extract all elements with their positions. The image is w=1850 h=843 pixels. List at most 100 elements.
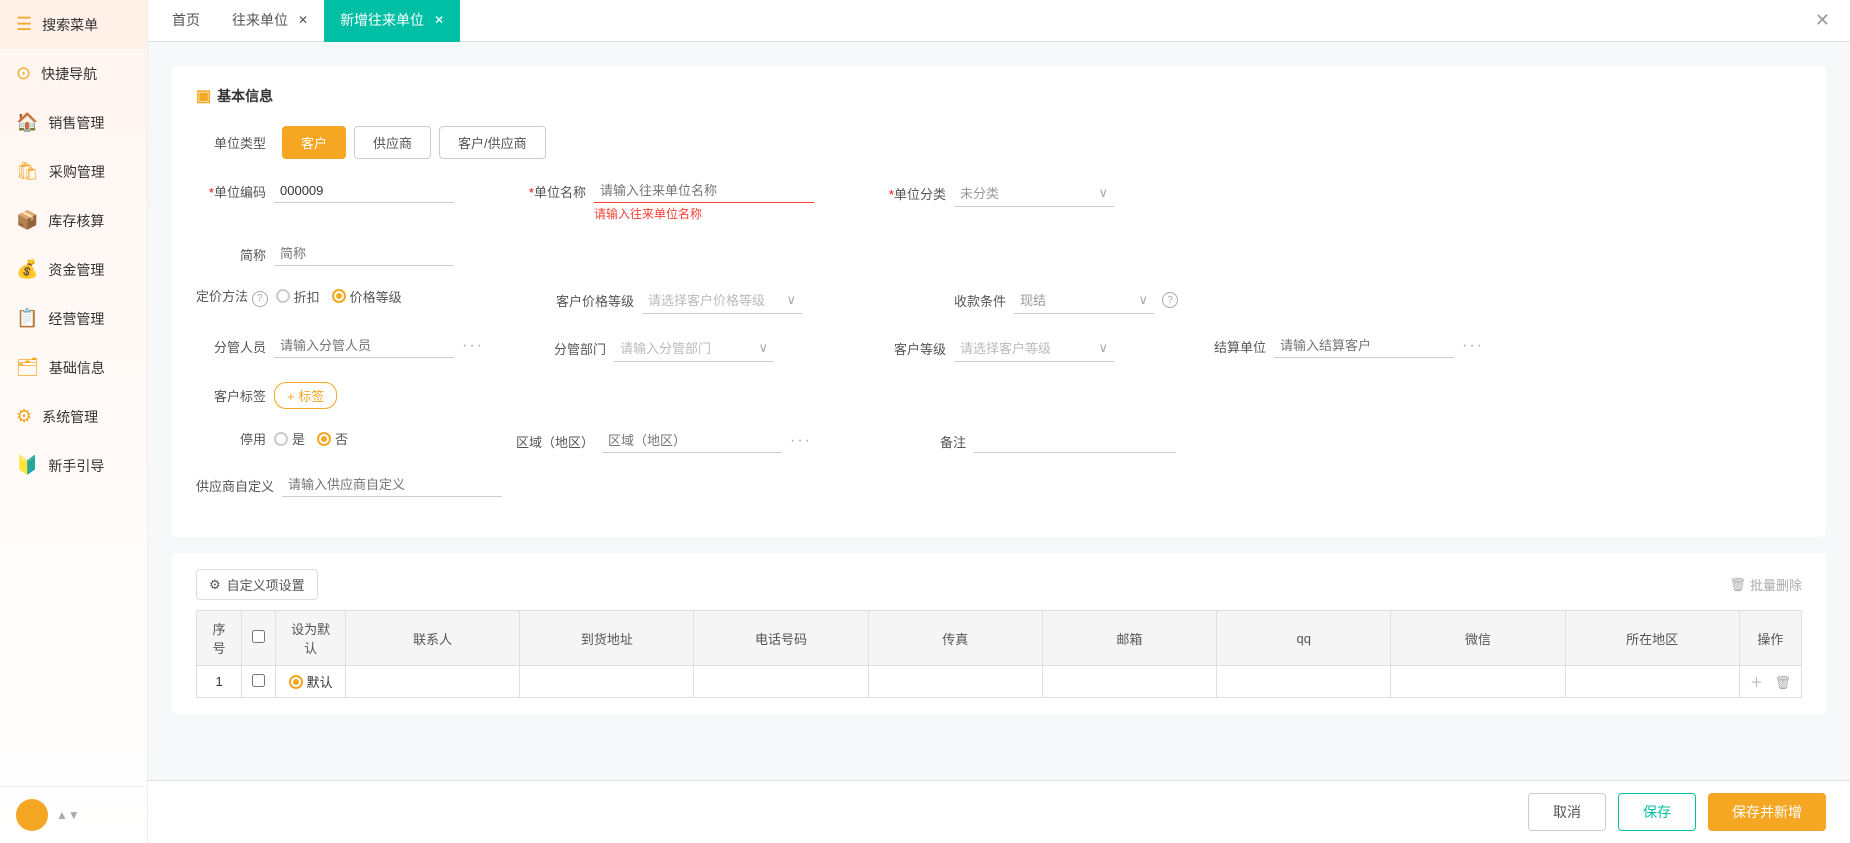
cell-email[interactable]: [1042, 666, 1216, 698]
default-radio[interactable]: [289, 675, 303, 689]
unit-category-select[interactable]: 未分类 ∨: [954, 179, 1114, 207]
sidebar-item-finance[interactable]: 💰 资金管理: [0, 245, 147, 294]
tag-add-button[interactable]: + 标签: [274, 382, 337, 409]
pricing-discount[interactable]: 折扣: [276, 287, 320, 306]
unit-btn-both[interactable]: 客户/供应商: [439, 126, 546, 159]
unit-name-input[interactable]: [594, 179, 814, 203]
code-name-category-row: *单位编码 *单位名称 请输入往来单位名称: [196, 179, 1802, 222]
abbreviation-input[interactable]: [274, 242, 454, 266]
sidebar-item-sales[interactable]: 🏠 销售管理: [0, 98, 147, 147]
user-label: ▲▼: [56, 808, 80, 822]
sidebar-item-newbie[interactable]: 🔰 新手引导: [0, 441, 147, 490]
address-input[interactable]: [530, 674, 683, 689]
col-qq: qq: [1217, 611, 1391, 666]
settlement-unit-label: 结算单位: [1196, 337, 1266, 356]
cell-contact[interactable]: [346, 666, 520, 698]
manager-more-icon[interactable]: ···: [462, 337, 484, 355]
sidebar-item-quicknav[interactable]: ⊙ 快捷导航: [0, 49, 147, 98]
cell-area[interactable]: [1565, 666, 1739, 698]
unit-btn-customer[interactable]: 客户: [282, 126, 346, 159]
unit-type-group: 客户 供应商 客户/供应商: [282, 126, 546, 159]
select-all-checkbox[interactable]: [252, 630, 265, 643]
unit-btn-supplier[interactable]: 供应商: [354, 126, 431, 159]
payment-help-icon[interactable]: ?: [1162, 292, 1178, 308]
sidebar-item-search[interactable]: ☰ 搜索菜单: [0, 0, 147, 49]
disabled-yes[interactable]: 是: [274, 429, 305, 448]
sidebar-item-label: 系统管理: [42, 407, 98, 427]
abbreviation-row: 简称: [196, 242, 1802, 266]
region-more-icon[interactable]: ···: [790, 432, 812, 450]
qq-input[interactable]: [1227, 674, 1380, 689]
area-input[interactable]: [1576, 674, 1729, 689]
delete-row-icon[interactable]: 🗑: [1774, 675, 1791, 690]
supplier-custom-input[interactable]: [282, 473, 502, 497]
remarks-input[interactable]: [974, 429, 1176, 453]
sidebar: ☰ 搜索菜单 ⊙ 快捷导航 🏠 销售管理 🛍 采购管理 📦 库存核算 💰 资金管…: [0, 0, 148, 843]
tags-field: 客户标签 + 标签: [196, 382, 1802, 409]
purchase-icon: 🛍: [16, 161, 39, 182]
tab-home[interactable]: 首页: [156, 0, 216, 42]
department-label: 分管部门: [536, 339, 606, 358]
customer-level-select[interactable]: 请选择客户等级 ∨: [954, 334, 1114, 362]
supplier-custom-row: 供应商自定义: [196, 473, 1802, 497]
close-counterparty-tab-icon[interactable]: ✕: [298, 13, 308, 27]
footer: 取消 保存 保存并新增: [148, 780, 1850, 843]
pricing-price-level[interactable]: 价格等级: [332, 287, 402, 306]
email-input[interactable]: [1053, 674, 1206, 689]
tab-new-counterparty[interactable]: 新增往来单位 ✕: [324, 0, 460, 42]
help-icon[interactable]: ?: [252, 291, 268, 307]
wechat-input[interactable]: [1401, 674, 1554, 689]
chevron-down-icon: ∨: [1138, 292, 1148, 308]
contact-input[interactable]: [356, 674, 509, 689]
cell-fax[interactable]: [868, 666, 1042, 698]
region-input[interactable]: [602, 429, 782, 453]
save-and-new-button[interactable]: 保存并新增: [1708, 793, 1826, 831]
cell-seq: 1: [197, 666, 242, 698]
sidebar-item-system[interactable]: ⚙ 系统管理: [0, 392, 147, 441]
cell-phone[interactable]: [694, 666, 868, 698]
cell-address[interactable]: [520, 666, 694, 698]
col-phone: 电话号码: [694, 611, 868, 666]
row-checkbox[interactable]: [252, 674, 265, 687]
sidebar-item-operations[interactable]: 📋 经营管理: [0, 294, 147, 343]
radio-circle-discount: [276, 289, 290, 303]
remarks-label: 备注: [896, 432, 966, 451]
tab-counterparty[interactable]: 往来单位 ✕: [216, 0, 324, 42]
fax-input[interactable]: [879, 674, 1032, 689]
add-row-icon[interactable]: ＋: [1750, 675, 1763, 690]
department-select[interactable]: 请输入分管部门 ∨: [614, 334, 774, 362]
cell-qq[interactable]: [1217, 666, 1391, 698]
window-close-icon[interactable]: ✕: [1803, 10, 1842, 31]
custom-settings-button[interactable]: ⚙ 自定义项设置: [196, 569, 318, 600]
cell-action: ＋ 🗑: [1739, 666, 1801, 698]
customer-price-level-select[interactable]: 请选择客户价格等级 ∨: [642, 286, 802, 314]
finance-icon: 💰: [16, 259, 38, 280]
manager-field: 分管人员 ···: [196, 334, 496, 358]
bulk-delete-button[interactable]: 🗑 批量删除: [1729, 575, 1802, 594]
cell-wechat[interactable]: [1391, 666, 1565, 698]
unit-type-label: 单位类型: [196, 133, 266, 152]
disabled-no[interactable]: 否: [317, 429, 348, 448]
col-email: 邮箱: [1042, 611, 1216, 666]
settlement-unit-input[interactable]: [1274, 334, 1454, 358]
content-area: ▣ 基本信息 单位类型 客户 供应商 客户/供应商 *单位编: [148, 42, 1850, 843]
settlement-more-icon[interactable]: ···: [1462, 337, 1484, 355]
basic-info-section: ▣ 基本信息 单位类型 客户 供应商 客户/供应商 *单位编: [172, 66, 1826, 537]
sidebar-item-purchase[interactable]: 🛍 采购管理: [0, 147, 147, 196]
region-label: 区域（地区）: [516, 432, 594, 451]
col-default: 设为默认: [276, 611, 346, 666]
phone-input[interactable]: [704, 674, 857, 689]
col-checkbox: [242, 611, 276, 666]
save-button[interactable]: 保存: [1618, 793, 1696, 831]
sidebar-item-basics[interactable]: 🗂 基础信息: [0, 343, 147, 392]
unit-code-input[interactable]: [274, 179, 454, 203]
sidebar-item-inventory[interactable]: 📦 库存核算: [0, 196, 147, 245]
manager-input[interactable]: [274, 334, 454, 358]
radio-circle-no: [317, 432, 331, 446]
inventory-icon: 📦: [16, 210, 38, 231]
cancel-button[interactable]: 取消: [1528, 793, 1606, 831]
payment-terms-select[interactable]: 现结 ∨: [1014, 286, 1154, 314]
sales-icon: 🏠: [16, 112, 38, 133]
close-new-counterparty-tab-icon[interactable]: ✕: [434, 13, 444, 27]
unit-category-field: *单位分类 未分类 ∨: [876, 179, 1176, 207]
